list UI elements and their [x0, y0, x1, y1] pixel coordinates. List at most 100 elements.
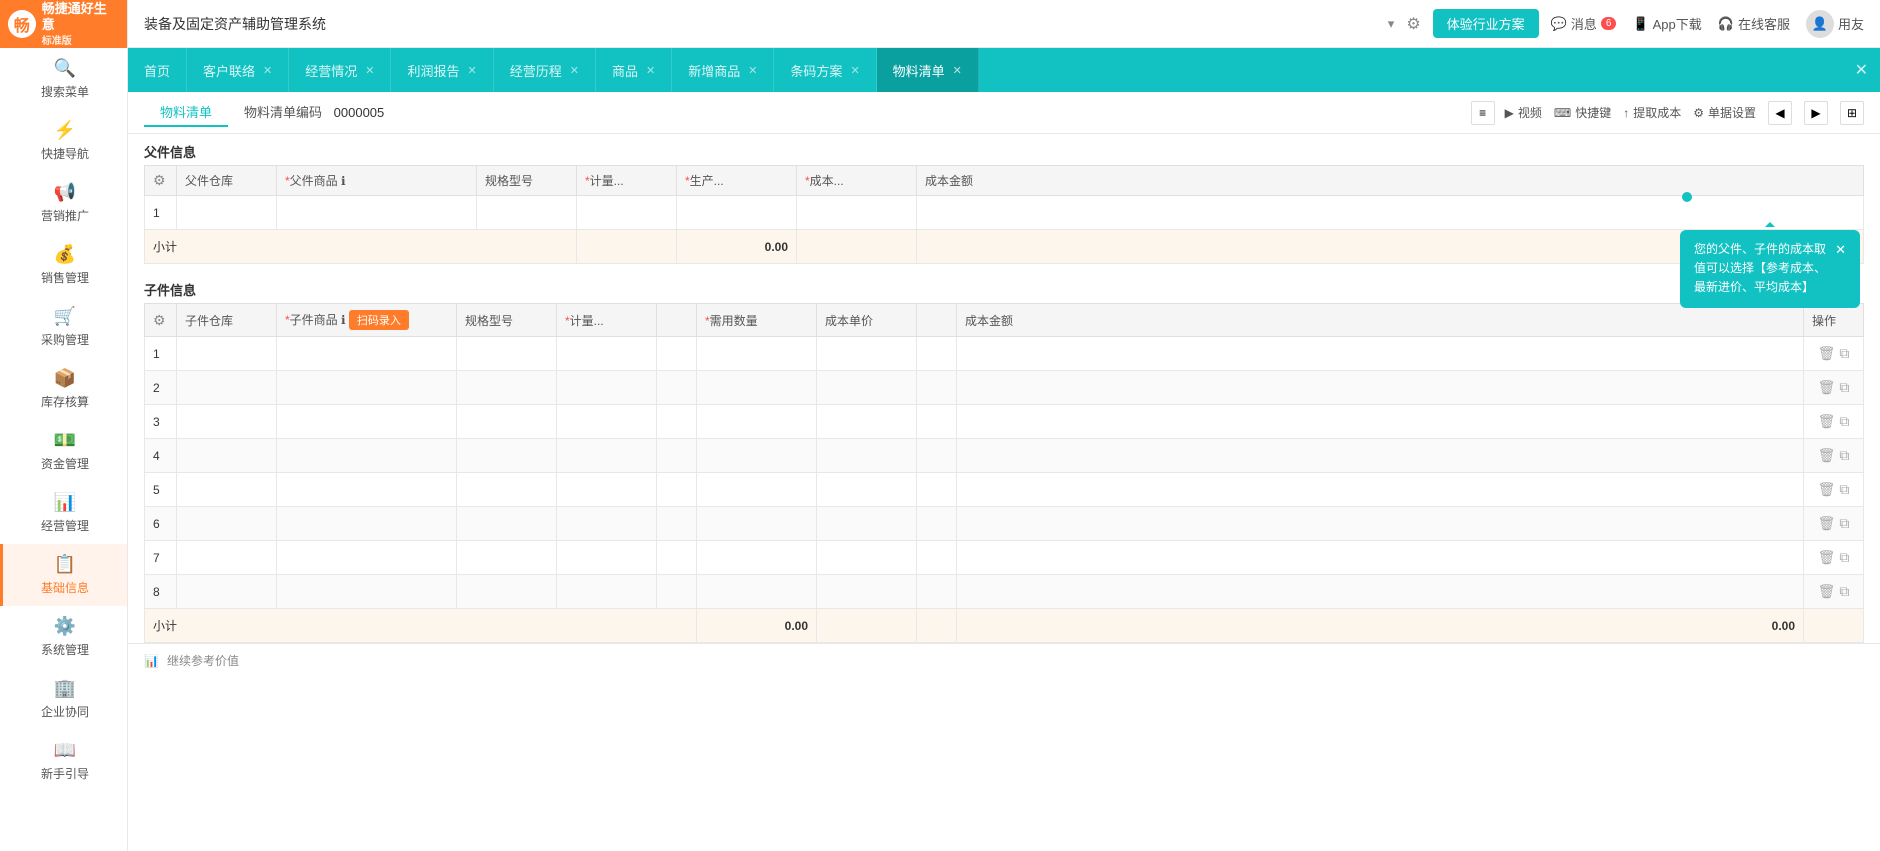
delete-icon[interactable]: 🗑	[1818, 447, 1836, 464]
child-goods-cell[interactable]	[277, 575, 457, 609]
child-goods-cell[interactable]	[277, 439, 457, 473]
child-warehouse-cell[interactable]	[177, 405, 277, 439]
delete-icon[interactable]: 🗑	[1818, 379, 1836, 396]
child-spec-cell[interactable]	[457, 541, 557, 575]
delete-icon[interactable]: 🗑	[1818, 549, 1836, 566]
child-col-settings-icon[interactable]: ⚙	[153, 312, 166, 328]
child-qty-cell[interactable]	[697, 371, 817, 405]
child-unit-cell[interactable]	[557, 541, 657, 575]
delete-icon[interactable]: 🗑	[1818, 481, 1836, 498]
nav-tab-close-3[interactable]: ✕	[468, 64, 477, 77]
child-spec-cell[interactable]	[457, 371, 557, 405]
next-btn[interactable]: ▶	[1804, 101, 1828, 125]
child-price-cell[interactable]	[817, 371, 917, 405]
child-unit-cell[interactable]	[557, 371, 657, 405]
child-unit-cell[interactable]	[557, 507, 657, 541]
child-price-cell[interactable]	[817, 405, 917, 439]
child-spec-cell[interactable]	[457, 575, 557, 609]
nav-tab-6[interactable]: 新增商品✕	[672, 48, 774, 92]
parent-warehouse-cell[interactable]	[177, 196, 277, 230]
messages-item[interactable]: 💬 消息 6	[1551, 14, 1617, 33]
copy-icon[interactable]: ⧉	[1839, 345, 1849, 362]
dropdown-arrow[interactable]: ▾	[1388, 16, 1395, 32]
nav-tab-close-6[interactable]: ✕	[748, 64, 757, 77]
sidebar-item-7[interactable]: 📊 经营管理	[0, 482, 127, 544]
delete-icon[interactable]: 🗑	[1818, 413, 1836, 430]
nav-tab-5[interactable]: 商品✕	[596, 48, 672, 92]
child-goods-cell[interactable]	[277, 473, 457, 507]
sidebar-item-2[interactable]: 📢 营销推广	[0, 172, 127, 234]
child-goods-cell[interactable]	[277, 507, 457, 541]
nav-tab-7[interactable]: 条码方案✕	[774, 48, 876, 92]
close-all-tabs[interactable]: ✕	[1843, 60, 1880, 80]
sidebar-item-10[interactable]: 🏢 企业协同	[0, 668, 127, 730]
sidebar-item-4[interactable]: 🛒 采购管理	[0, 296, 127, 358]
child-unit-cell[interactable]	[557, 405, 657, 439]
sidebar-item-0[interactable]: 🔍 搜索菜单	[0, 48, 127, 110]
online-service-item[interactable]: 🎧 在线客服	[1718, 14, 1790, 33]
nav-tab-close-5[interactable]: ✕	[646, 64, 655, 77]
child-qty-cell[interactable]	[697, 405, 817, 439]
prev-btn[interactable]: ◀	[1768, 101, 1792, 125]
sidebar-item-8[interactable]: 📋 基础信息	[0, 544, 127, 606]
nav-tab-4[interactable]: 经营历程✕	[494, 48, 596, 92]
child-warehouse-cell[interactable]	[177, 473, 277, 507]
parent-spec-cell[interactable]	[477, 196, 577, 230]
nav-tab-3[interactable]: 利润报告✕	[391, 48, 493, 92]
child-qty-cell[interactable]	[697, 507, 817, 541]
nav-tab-1[interactable]: 客户联络✕	[187, 48, 289, 92]
child-warehouse-cell[interactable]	[177, 541, 277, 575]
copy-icon[interactable]: ⧉	[1839, 481, 1849, 498]
tooltip-close-btn[interactable]: ✕	[1835, 240, 1846, 261]
child-price-cell[interactable]	[817, 507, 917, 541]
child-unit-cell[interactable]	[557, 439, 657, 473]
child-spec-cell[interactable]	[457, 473, 557, 507]
copy-icon[interactable]: ⧉	[1839, 379, 1849, 396]
copy-icon[interactable]: ⧉	[1839, 549, 1849, 566]
child-spec-cell[interactable]	[457, 507, 557, 541]
delete-icon[interactable]: 🗑	[1818, 345, 1836, 362]
user-item[interactable]: 👤 用友	[1806, 10, 1864, 38]
nav-tab-close-1[interactable]: ✕	[263, 64, 272, 77]
nav-tab-2[interactable]: 经营情况✕	[289, 48, 391, 92]
video-btn[interactable]: ▶ 视频	[1505, 104, 1542, 121]
child-warehouse-cell[interactable]	[177, 371, 277, 405]
single-settings-btn[interactable]: ⚙ 单据设置	[1693, 104, 1756, 121]
nav-tab-close-4[interactable]: ✕	[570, 64, 579, 77]
parent-unit-cell[interactable]	[577, 196, 677, 230]
child-price-cell[interactable]	[817, 337, 917, 371]
sidebar-item-1[interactable]: ⚡ 快捷导航	[0, 110, 127, 172]
view-btn[interactable]: ≡	[1471, 101, 1495, 125]
nav-tab-close-8[interactable]: ✕	[953, 64, 962, 77]
child-qty-cell[interactable]	[697, 541, 817, 575]
copy-icon[interactable]: ⧉	[1839, 447, 1849, 464]
child-qty-cell[interactable]	[697, 575, 817, 609]
child-price-cell[interactable]	[817, 473, 917, 507]
sidebar-item-3[interactable]: 💰 销售管理	[0, 234, 127, 296]
child-unit-cell[interactable]	[557, 575, 657, 609]
child-warehouse-cell[interactable]	[177, 575, 277, 609]
delete-icon[interactable]: 🗑	[1818, 515, 1836, 532]
copy-icon[interactable]: ⧉	[1839, 515, 1849, 532]
child-goods-cell[interactable]	[277, 371, 457, 405]
nav-tab-close-7[interactable]: ✕	[850, 64, 859, 77]
sidebar-item-11[interactable]: 📖 新手引导	[0, 730, 127, 792]
parent-produce-cell[interactable]	[677, 196, 797, 230]
child-warehouse-cell[interactable]	[177, 507, 277, 541]
sidebar-item-9[interactable]: ⚙️ 系统管理	[0, 606, 127, 668]
child-spec-cell[interactable]	[457, 439, 557, 473]
child-price-cell[interactable]	[817, 439, 917, 473]
delete-icon[interactable]: 🗑	[1818, 583, 1836, 600]
parent-cost-cell[interactable]	[797, 196, 917, 230]
child-unit-cell[interactable]	[557, 473, 657, 507]
settings-gear[interactable]: ⚙	[1406, 14, 1420, 34]
sidebar-item-6[interactable]: 💵 资金管理	[0, 420, 127, 482]
child-goods-cell[interactable]	[277, 541, 457, 575]
nav-tab-8[interactable]: 物料清单✕	[877, 48, 979, 92]
copy-icon[interactable]: ⧉	[1839, 583, 1849, 600]
child-unit-cell[interactable]	[557, 337, 657, 371]
child-goods-cell[interactable]	[277, 337, 457, 371]
child-qty-cell[interactable]	[697, 473, 817, 507]
experience-btn[interactable]: 体验行业方案	[1433, 9, 1539, 38]
child-qty-cell[interactable]	[697, 439, 817, 473]
